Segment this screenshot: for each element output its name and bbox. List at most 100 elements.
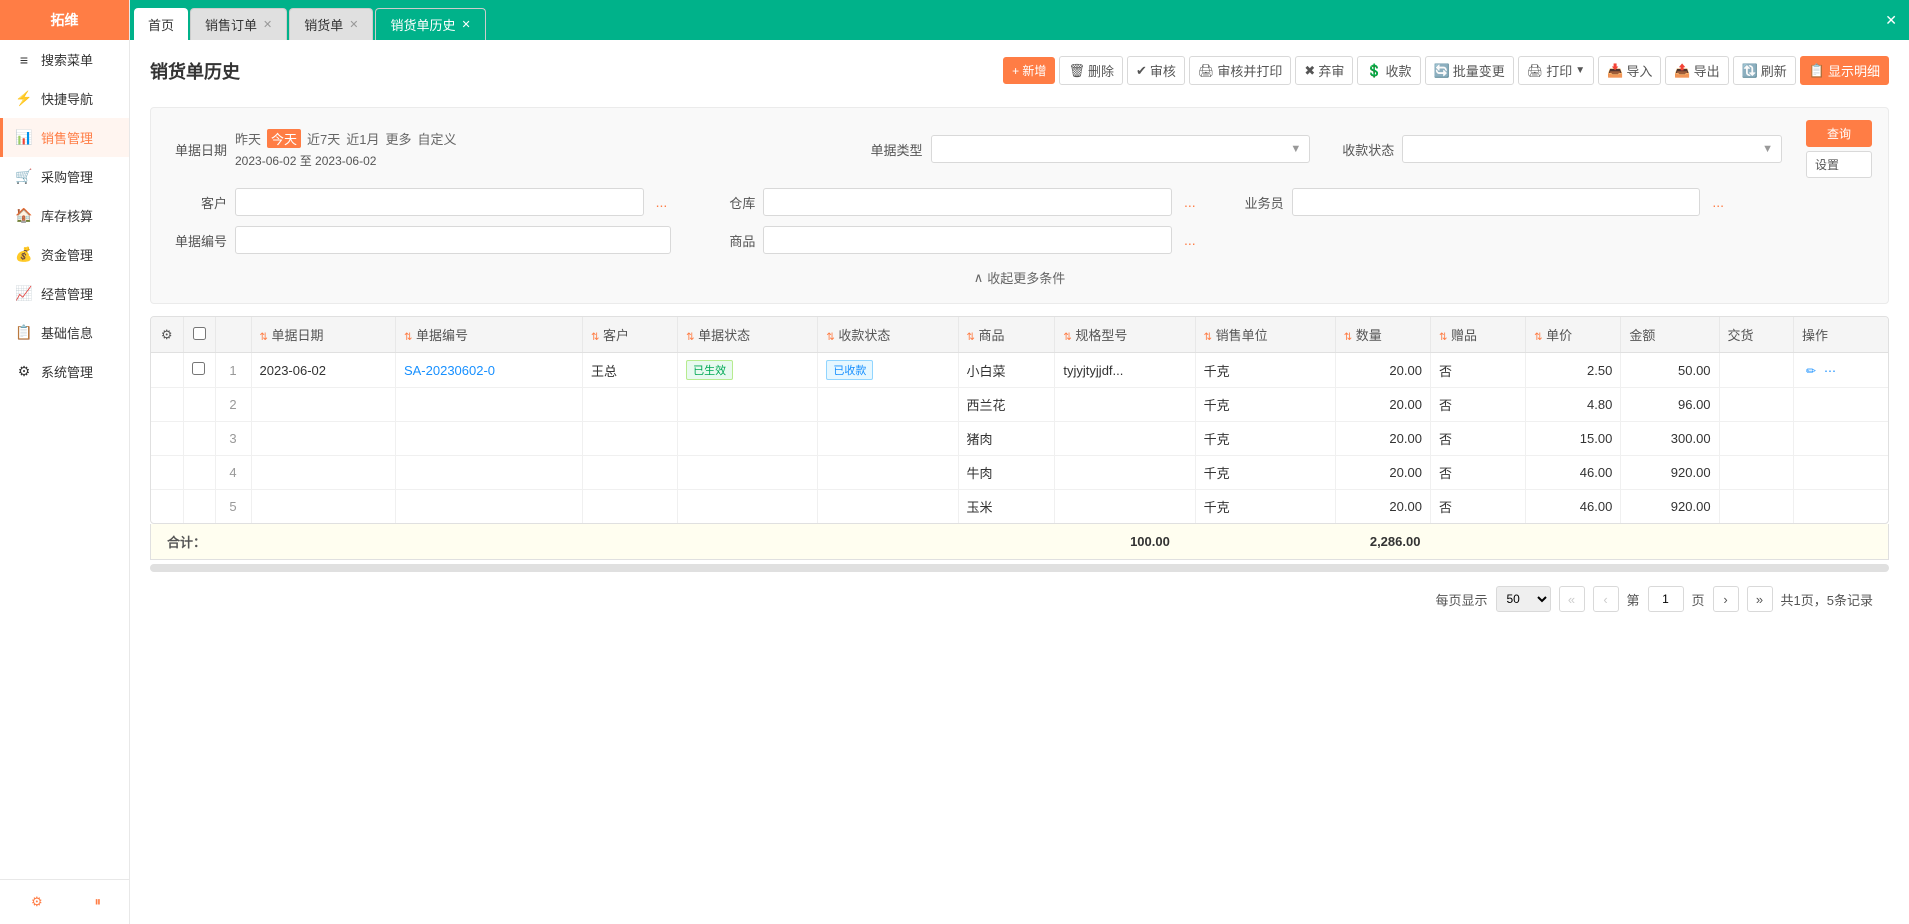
filter-payment-select[interactable]: ▼ — [1402, 135, 1782, 163]
last-page-button[interactable]: » — [1747, 586, 1773, 612]
tab-home[interactable]: 首页 — [134, 8, 188, 40]
data-table: ⚙ ⇅ 单据日期 ⇅ 单据编号 ⇅ 客户 ⇅ 单据状态 ⇅ 收款状态 ⇅ 商品 … — [150, 316, 1889, 524]
page-input[interactable] — [1648, 586, 1684, 612]
batch-change-button[interactable]: 🔄 批量变更 — [1425, 56, 1514, 85]
sidebar-item-search-menu[interactable]: ≡ 搜索菜单 — [0, 40, 129, 79]
filter-customer-label: 客户 — [167, 193, 227, 212]
sidebar-item-finance-mgmt[interactable]: 💰 资金管理 — [0, 235, 129, 274]
th-settings[interactable]: ⚙ — [151, 317, 183, 353]
collect-button[interactable]: 💲 收款 — [1357, 56, 1420, 85]
filter-doctype-field: 单据类型 ▼ — [863, 135, 1311, 163]
th-docstatus[interactable]: ⇅ 单据状态 — [678, 317, 818, 353]
query-button[interactable]: 查询 — [1806, 120, 1872, 147]
select-all-checkbox[interactable] — [193, 327, 206, 340]
td-check[interactable] — [183, 353, 215, 388]
tab-sales-order-close[interactable]: ✕ — [263, 18, 272, 31]
td-docno[interactable]: SA-20230602-0 — [395, 353, 582, 388]
refresh-button[interactable]: 🔃 刷新 — [1733, 56, 1796, 85]
filter-doctype-select[interactable]: ▼ — [931, 135, 1311, 163]
summary-label: 合计： — [167, 532, 227, 551]
table-row: 3猪肉千克20.00否15.00300.00 — [151, 422, 1888, 456]
new-button[interactable]: + 新增 — [1003, 57, 1055, 84]
filter-customer-field: 客户 ... — [167, 188, 671, 216]
table-row: 12023-06-02SA-20230602-0王总已生效已收款小白菜tyjyj… — [151, 353, 1888, 388]
shortcut-7days[interactable]: 近7天 — [307, 129, 340, 148]
td-unit: 千克 — [1195, 388, 1335, 422]
quick-nav-icon: ⚡ — [15, 90, 33, 108]
sidebar-item-system-mgmt[interactable]: ⚙ 系统管理 — [0, 352, 129, 391]
sidebar-item-inventory[interactable]: 🏠 库存核算 — [0, 196, 129, 235]
td-check[interactable] — [183, 490, 215, 524]
pause-bottom-icon[interactable]: ⏸ — [95, 894, 102, 910]
th-unit[interactable]: ⇅ 销售单位 — [1195, 317, 1335, 353]
audit-button[interactable]: ✔ 审核 — [1127, 56, 1185, 85]
horizontal-scrollbar[interactable] — [150, 564, 1889, 572]
td-qty: 20.00 — [1335, 456, 1430, 490]
th-spec[interactable]: ⇅ 规格型号 — [1055, 317, 1195, 353]
doctype-dropdown-icon: ▼ — [1290, 143, 1301, 155]
th-check[interactable] — [183, 317, 215, 353]
first-page-button[interactable]: « — [1559, 586, 1585, 612]
th-date[interactable]: ⇅ 单据日期 — [251, 317, 395, 353]
edit-action-button[interactable]: ✏ — [1802, 364, 1820, 378]
shortcut-more[interactable]: 更多 — [386, 129, 412, 148]
sidebar-item-ops-mgmt[interactable]: 📈 经营管理 — [0, 274, 129, 313]
td-check[interactable] — [183, 388, 215, 422]
shortcut-yesterday[interactable]: 昨天 — [235, 129, 261, 148]
th-price[interactable]: ⇅ 单价 — [1526, 317, 1621, 353]
td-spec — [1055, 490, 1195, 524]
td-check[interactable] — [183, 456, 215, 490]
td-goods: 西兰花 — [958, 388, 1055, 422]
abandon-button[interactable]: ✖ 弃审 — [1295, 56, 1353, 85]
th-customer[interactable]: ⇅ 客户 — [582, 317, 677, 353]
more-action-button[interactable]: ⋯ — [1820, 364, 1840, 378]
th-paymentstatus[interactable]: ⇅ 收款状态 — [818, 317, 958, 353]
th-qty[interactable]: ⇅ 数量 — [1335, 317, 1430, 353]
td-gift: 否 — [1430, 490, 1525, 524]
print-button[interactable]: 🖨 打印 ▼ — [1518, 56, 1594, 85]
next-page-button[interactable]: › — [1713, 586, 1739, 612]
filter-salesperson-input[interactable] — [1292, 188, 1701, 216]
page-size-select[interactable]: 50 100 200 — [1496, 586, 1551, 612]
filter-settings-button[interactable]: 设置 — [1806, 151, 1872, 178]
sidebar-item-purchase-mgmt[interactable]: 🛒 采购管理 — [0, 157, 129, 196]
filter-warehouse-input[interactable] — [763, 188, 1172, 216]
goods-ellipsis[interactable]: ... — [1180, 232, 1200, 248]
filter-customer-input[interactable] — [235, 188, 644, 216]
show-detail-button[interactable]: 📋 显示明细 — [1800, 56, 1889, 85]
tab-sales-delivery[interactable]: 销货单 ✕ — [289, 8, 373, 40]
customer-ellipsis[interactable]: ... — [652, 194, 672, 210]
tab-sales-delivery-close[interactable]: ✕ — [349, 18, 358, 31]
shortcut-custom[interactable]: 自定义 — [418, 129, 457, 148]
th-gift[interactable]: ⇅ 赠品 — [1430, 317, 1525, 353]
settings-bottom-icon[interactable]: ⚙ — [31, 894, 43, 910]
td-goods: 玉米 — [958, 490, 1055, 524]
export-button[interactable]: 📤 导出 — [1665, 56, 1728, 85]
tab-sales-history-close[interactable]: ✕ — [462, 18, 471, 31]
td-amount: 300.00 — [1621, 422, 1719, 456]
salesperson-ellipsis[interactable]: ... — [1708, 194, 1728, 210]
import-button[interactable]: 📥 导入 — [1598, 56, 1661, 85]
td-spec — [1055, 456, 1195, 490]
audit-print-button[interactable]: 🖨 审核并打印 — [1189, 56, 1292, 85]
sidebar-item-sales-mgmt[interactable]: 📊 销售管理 — [0, 118, 129, 157]
delete-button[interactable]: 🗑 删除 — [1059, 56, 1123, 85]
sidebar-item-quick-nav[interactable]: ⚡ 快捷导航 — [0, 79, 129, 118]
tab-sales-order[interactable]: 销售订单 ✕ — [190, 8, 287, 40]
prev-page-button[interactable]: ‹ — [1593, 586, 1619, 612]
system-mgmt-icon: ⚙ — [15, 363, 33, 381]
th-goods[interactable]: ⇅ 商品 — [958, 317, 1055, 353]
tab-sales-history[interactable]: 销货单历史 ✕ — [375, 8, 485, 40]
filter-goods-input[interactable] — [763, 226, 1172, 254]
filter-docno-input[interactable] — [235, 226, 671, 254]
collapse-button[interactable]: ∧ 收起更多条件 — [167, 264, 1872, 291]
td-check[interactable] — [183, 422, 215, 456]
warehouse-ellipsis[interactable]: ... — [1180, 194, 1200, 210]
th-docno[interactable]: ⇅ 单据编号 — [395, 317, 582, 353]
filter-row-1: 单据日期 昨天 今天 近7天 近1月 更多 自定义 2023-06-02 至 2… — [167, 120, 1872, 178]
window-close-button[interactable]: ✕ — [1873, 12, 1909, 29]
status-badge: 已生效 — [686, 360, 733, 380]
shortcut-1month[interactable]: 近1月 — [346, 129, 379, 148]
sidebar-item-basic-info[interactable]: 📋 基础信息 — [0, 313, 129, 352]
shortcut-today[interactable]: 今天 — [267, 129, 301, 148]
